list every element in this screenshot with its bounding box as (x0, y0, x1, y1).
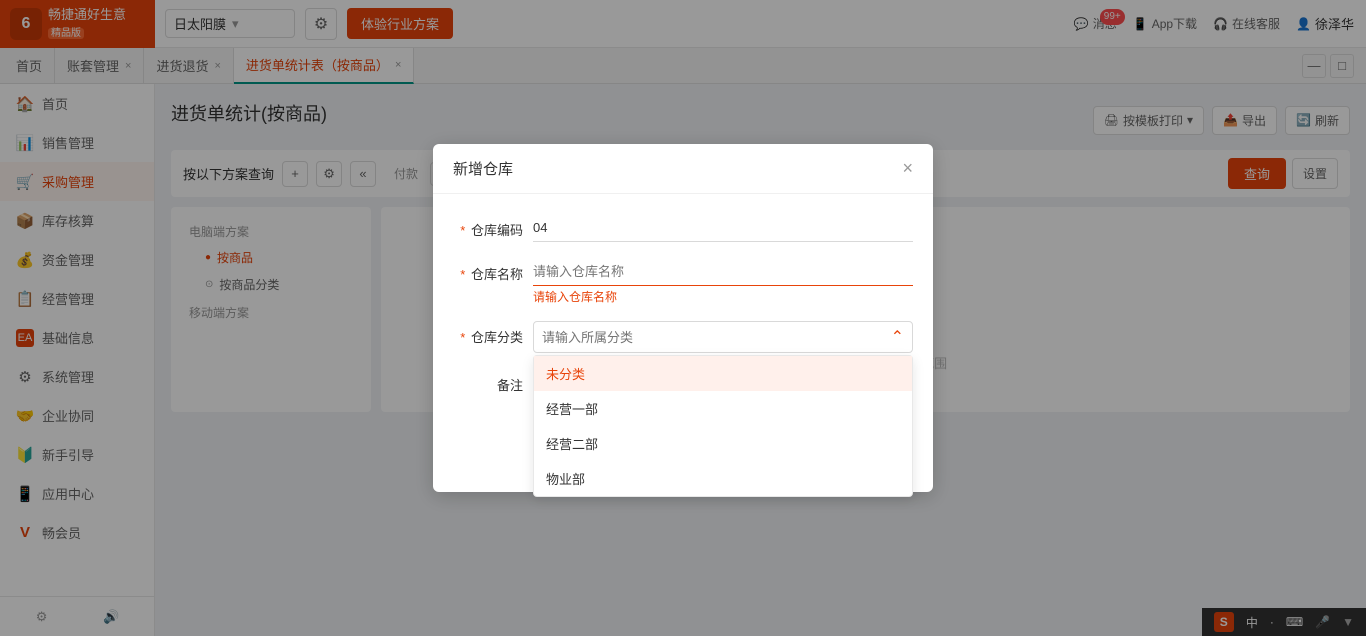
dropdown-item-dept2[interactable]: 经营二部 (534, 426, 912, 461)
category-up-arrow-icon[interactable]: ⌃ (891, 327, 904, 347)
category-field-row: * 仓库分类 ⌃ 未分类 经营一部 经营二部 物业部 (453, 321, 913, 353)
modal-title: 新增仓库 (453, 158, 513, 179)
category-input[interactable] (542, 330, 891, 345)
modal-body: * 仓库编码 * 仓库名称 请输入仓库名称 (433, 194, 933, 433)
name-label: * 仓库名称 (453, 258, 533, 283)
category-selector[interactable]: ⌃ (533, 321, 913, 353)
note-label: 备注 (453, 369, 533, 394)
name-field-row: * 仓库名称 请输入仓库名称 (453, 258, 913, 305)
code-input[interactable] (533, 214, 913, 242)
code-label: * 仓库编码 (453, 214, 533, 239)
dropdown-item-dept1[interactable]: 经营一部 (534, 391, 912, 426)
category-dropdown: 未分类 经营一部 经营二部 物业部 (533, 355, 913, 497)
category-label: * 仓库分类 (453, 321, 533, 346)
new-warehouse-modal: 新增仓库 × * 仓库编码 * 仓库名称 (433, 144, 933, 492)
modal-header: 新增仓库 × (433, 144, 933, 194)
code-field (533, 214, 913, 242)
category-field: ⌃ 未分类 经营一部 经营二部 物业部 (533, 321, 913, 353)
dropdown-item-uncategorized[interactable]: 未分类 (534, 356, 912, 391)
dropdown-item-dept3[interactable]: 物业部 (534, 461, 912, 496)
modal-close-button[interactable]: × (902, 158, 913, 179)
modal-overlay: 新增仓库 × * 仓库编码 * 仓库名称 (0, 0, 1366, 636)
code-field-row: * 仓库编码 (453, 214, 913, 242)
name-field: 请输入仓库名称 (533, 258, 913, 305)
name-error-message: 请输入仓库名称 (533, 288, 913, 305)
name-input[interactable] (533, 258, 913, 286)
